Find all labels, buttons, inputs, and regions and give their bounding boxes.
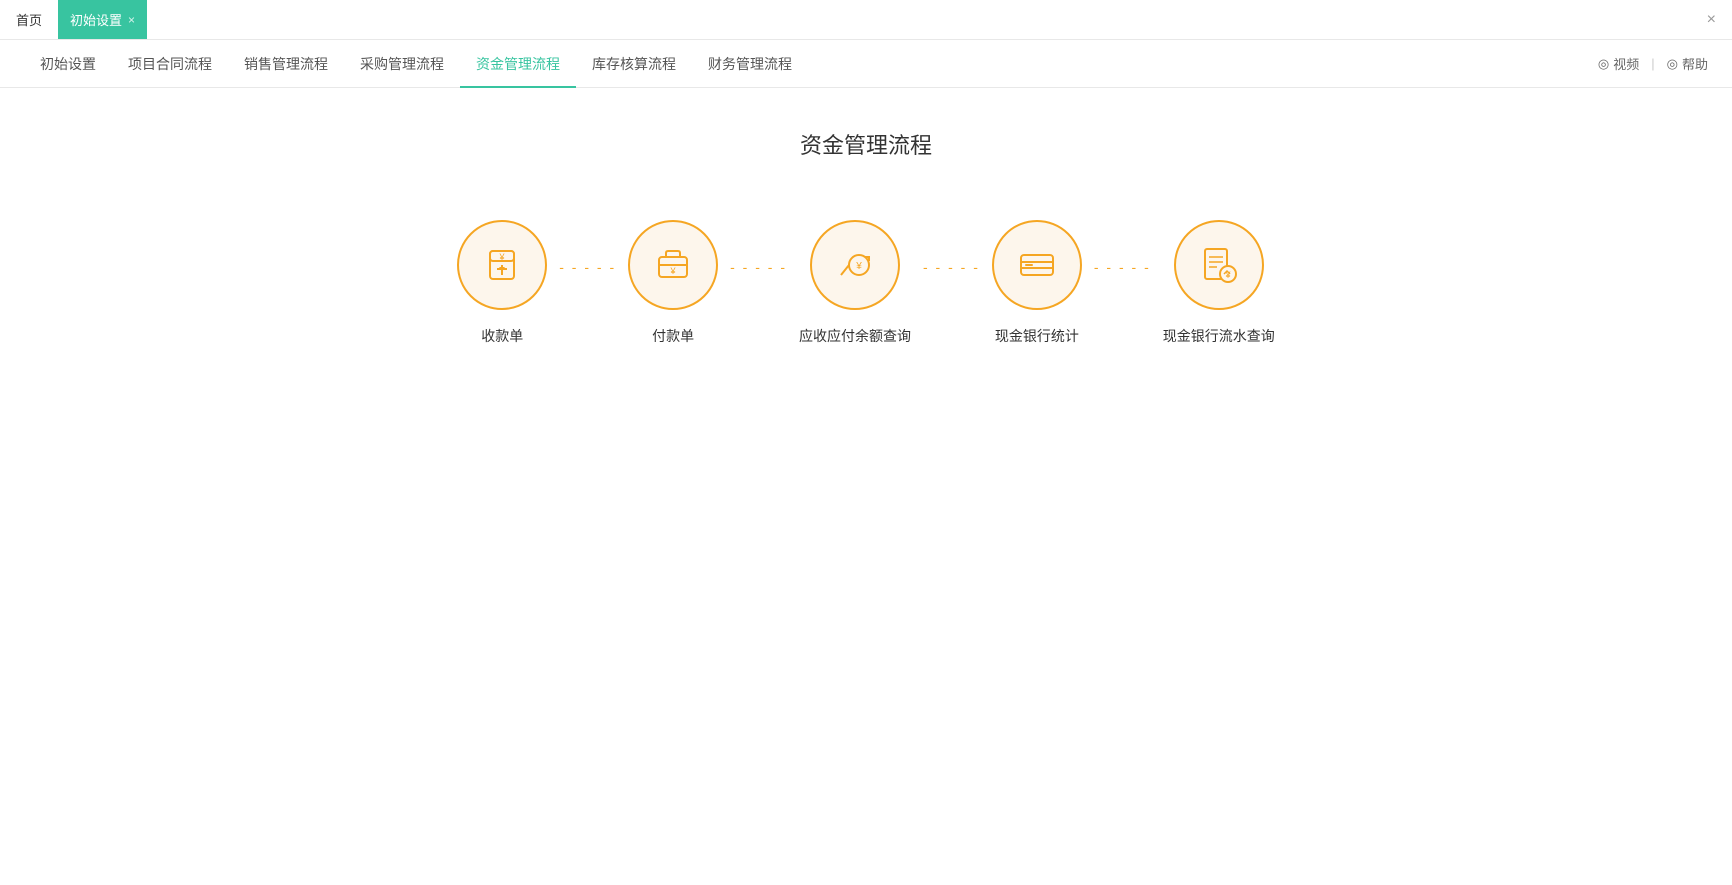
top-bar: 首页 初始设置 × × (0, 0, 1732, 40)
close-tab-icon[interactable]: × (128, 13, 135, 27)
nav-item-caiwu[interactable]: 财务管理流程 (692, 40, 808, 88)
liushui-label: 现金银行流水查询 (1163, 326, 1275, 346)
yingshouyue-icon-circle: ¥ (810, 220, 900, 310)
connector-4: - - - - - (1082, 259, 1163, 307)
active-tab-label: 初始设置 (70, 10, 122, 29)
nav-right: ◎ 视频 | ◎ 帮助 (1598, 54, 1708, 73)
nav-item-chushishezhi[interactable]: 初始设置 (24, 40, 112, 88)
nav-item-caigou[interactable]: 采购管理流程 (344, 40, 460, 88)
nav-bar: 初始设置 项目合同流程 销售管理流程 采购管理流程 资金管理流程 库存核算流程 … (0, 40, 1732, 88)
help-label: 帮助 (1682, 54, 1708, 73)
help-icon: ◎ (1667, 56, 1678, 72)
connector-1: - - - - - (547, 259, 628, 307)
svg-text:¥: ¥ (670, 266, 677, 276)
home-tab[interactable]: 首页 (0, 0, 58, 39)
flow-item-fukuan[interactable]: ¥ 付款单 (628, 220, 718, 346)
video-label: 视频 (1613, 54, 1639, 73)
help-link[interactable]: ◎ 帮助 (1667, 54, 1708, 73)
flow-item-liushui[interactable]: ¥ 现金银行流水查询 (1163, 220, 1275, 346)
page-title: 资金管理流程 (24, 128, 1708, 160)
liushui-svg-icon: ¥ (1197, 243, 1241, 287)
flow-item-shoukuan[interactable]: ¥ 收款单 (457, 220, 547, 346)
svg-text:¥: ¥ (855, 261, 862, 272)
flow-container: ¥ 收款单 - - - - - (24, 220, 1708, 346)
fukuan-label: 付款单 (652, 326, 694, 346)
connector-3: - - - - - (911, 259, 992, 307)
nav-item-zijin[interactable]: 资金管理流程 (460, 40, 576, 88)
connector-dots-1: - - - - - (559, 259, 616, 275)
window-close-icon[interactable]: × (1707, 11, 1716, 29)
liushui-icon-circle: ¥ (1174, 220, 1264, 310)
shoukuan-svg-icon: ¥ (480, 243, 524, 287)
flow-item-xianjin[interactable]: 现金银行统计 (992, 220, 1082, 346)
page-content: 资金管理流程 ¥ 收款单 (0, 88, 1732, 386)
xianjin-svg-icon (1015, 243, 1059, 287)
shoukuan-icon-circle: ¥ (457, 220, 547, 310)
nav-separator: | (1651, 56, 1654, 71)
nav-item-kucun[interactable]: 库存核算流程 (576, 40, 692, 88)
fukuan-svg-icon: ¥ (651, 243, 695, 287)
connector-2: - - - - - (718, 259, 799, 307)
connector-dots-4: - - - - - (1094, 259, 1151, 275)
flow-item-yingshouyue[interactable]: ¥ 应收应付余额查询 (799, 220, 911, 346)
fukuan-icon-circle: ¥ (628, 220, 718, 310)
video-link[interactable]: ◎ 视频 (1598, 54, 1639, 73)
nav-item-xiaoshou[interactable]: 销售管理流程 (228, 40, 344, 88)
nav-item-xiangmu[interactable]: 项目合同流程 (112, 40, 228, 88)
top-bar-right: × (1707, 11, 1732, 29)
connector-dots-3: - - - - - (923, 259, 980, 275)
xianjin-icon-circle (992, 220, 1082, 310)
svg-text:¥: ¥ (499, 252, 506, 262)
video-icon: ◎ (1598, 56, 1609, 72)
main-area: 初始设置 项目合同流程 销售管理流程 采购管理流程 资金管理流程 库存核算流程 … (0, 40, 1732, 885)
connector-dots-2: - - - - - (730, 259, 787, 275)
shoukuan-label: 收款单 (481, 326, 523, 346)
yingshouyue-label: 应收应付余额查询 (799, 326, 911, 346)
active-tab[interactable]: 初始设置 × (58, 0, 147, 39)
yingshouyue-svg-icon: ¥ (833, 243, 877, 287)
xianjin-label: 现金银行统计 (995, 326, 1079, 346)
